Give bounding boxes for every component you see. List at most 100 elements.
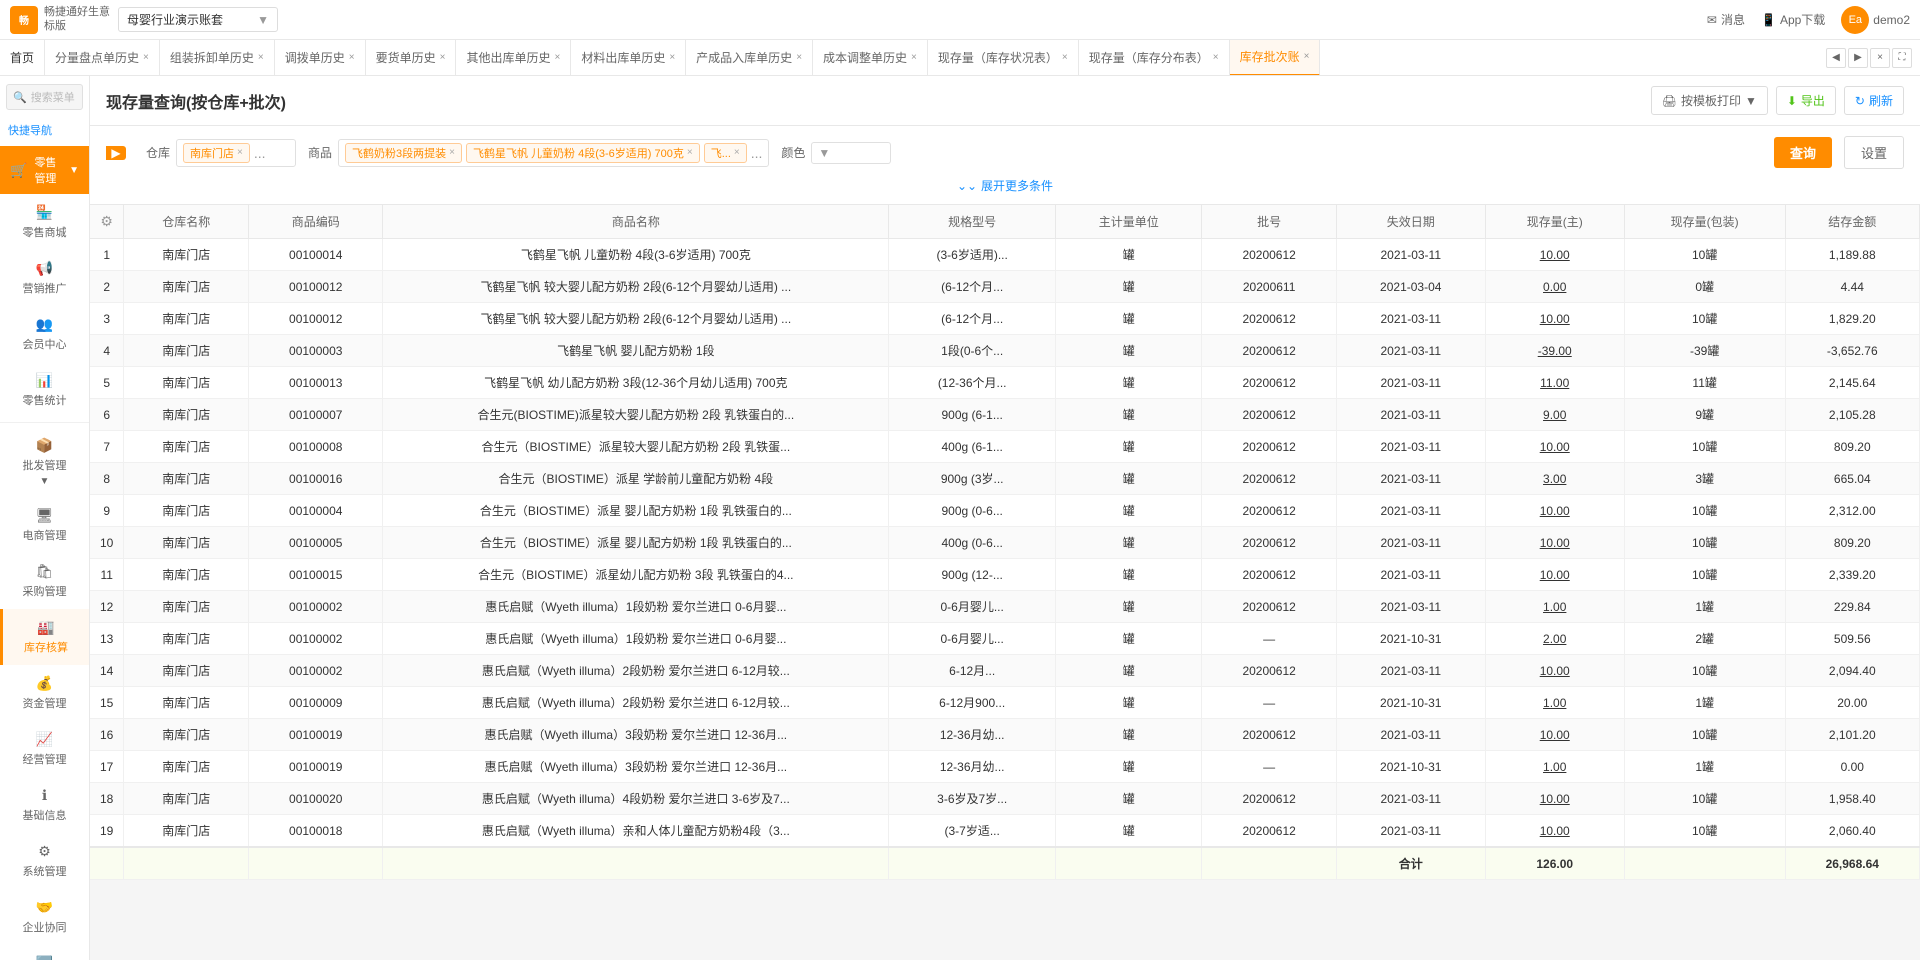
tab-xiancunliang1[interactable]: 现存量（库存状况表） × [928, 40, 1079, 76]
tab-fullscreen-btn[interactable]: ⛶ [1892, 48, 1912, 68]
product-tag-container[interactable]: 飞鹤奶粉3段两提装 × 飞鹤星飞帆 儿童奶粉 4段(3-6岁适用) 700克 ×… [338, 139, 769, 167]
settings-icon[interactable]: ⚙ [100, 213, 113, 229]
product-tag-more-close[interactable]: × [734, 147, 740, 158]
cell-expire: 2021-10-31 [1336, 687, 1485, 719]
tab-chenbenl[interactable]: 成本调整单历史 × [813, 40, 928, 76]
tab-close-icon[interactable]: × [349, 52, 355, 63]
color-container[interactable]: ▼ [811, 142, 891, 164]
sidebar-item-enterprise[interactable]: 🤝 企业协同 [0, 889, 89, 945]
org-selector[interactable]: 母婴行业演示账套 ▼ [118, 7, 278, 32]
cell-expire: 2021-03-11 [1336, 815, 1485, 848]
cell-qty-main[interactable]: 10.00 [1485, 239, 1624, 271]
cell-qty-main[interactable]: 0.00 [1485, 271, 1624, 303]
search-input[interactable]: 🔍 搜索菜单 [6, 84, 83, 110]
sidebar-item-marketing[interactable]: 📢 营销推广 [0, 250, 89, 306]
cell-qty-main[interactable]: 10.00 [1485, 655, 1624, 687]
tab-qtachuku[interactable]: 其他出库单历史 × [456, 40, 571, 76]
cell-qty-main[interactable]: 1.00 [1485, 591, 1624, 623]
cell-qty-main[interactable]: 1.00 [1485, 687, 1624, 719]
tab-diaobodanls[interactable]: 调拨单历史 × [275, 40, 366, 76]
row-num: 19 [90, 815, 124, 848]
tab-prev-btn[interactable]: ◀ [1826, 48, 1846, 68]
cell-qty-main[interactable]: 10.00 [1485, 815, 1624, 848]
cell-qty-main[interactable]: 11.00 [1485, 367, 1624, 399]
template-print-btn[interactable]: 🖨 按模板打印 ▼ [1651, 86, 1768, 115]
cell-qty-main[interactable]: 10.00 [1485, 783, 1624, 815]
cell-qty-main[interactable]: 10.00 [1485, 527, 1624, 559]
cell-unit: 罐 [1056, 559, 1202, 591]
tab-xiancunliang2[interactable]: 现存量（库存分布表） × [1079, 40, 1230, 76]
sidebar-item-ecommerce[interactable]: 🖥 电商管理 [0, 497, 89, 553]
tab-cailiaochuku[interactable]: 材料出库单历史 × [571, 40, 686, 76]
product-tag-close-1[interactable]: × [449, 147, 455, 158]
tab-close-all-btn[interactable]: × [1870, 48, 1890, 68]
message-btn[interactable]: ✉ 消息 [1707, 11, 1745, 28]
search-btn[interactable]: 查询 [1774, 137, 1832, 168]
tab-yaohuodanls[interactable]: 要货单历史 × [366, 40, 457, 76]
tab-close-icon[interactable]: × [258, 52, 264, 63]
cell-qty-main[interactable]: 10.00 [1485, 559, 1624, 591]
setting-btn[interactable]: 设置 [1844, 136, 1904, 169]
warehouse-more-dots[interactable]: ... [254, 145, 266, 161]
cell-qty-main[interactable]: 2.00 [1485, 623, 1624, 655]
tab-close-icon[interactable]: × [911, 52, 917, 63]
warehouse-tag-container[interactable]: 南库门店 × ... [176, 139, 296, 167]
sidebar-item-member[interactable]: 👥 会员中心 [0, 306, 89, 362]
quick-nav[interactable]: 快捷导航 [0, 118, 89, 142]
tab-next-btn[interactable]: ▶ [1848, 48, 1868, 68]
cell-qty-main[interactable]: -39.00 [1485, 335, 1624, 367]
tab-close-icon[interactable]: × [1062, 52, 1068, 63]
cell-qty-main[interactable]: 10.00 [1485, 719, 1624, 751]
sidebar-item-purchase[interactable]: 🛍 采购管理 [0, 553, 89, 609]
tab-kucunpici[interactable]: 库存批次账 × [1230, 40, 1321, 76]
sidebar-item-newbie[interactable]: 🆕 新手引导 [0, 945, 89, 960]
sidebar-item-finance[interactable]: 💰 资金管理 [0, 665, 89, 721]
app-download-btn[interactable]: 📱 App下载 [1761, 11, 1825, 28]
table-footer-row: 合计 126.00 26,968.64 [90, 847, 1920, 880]
cell-amount: 809.20 [1785, 527, 1919, 559]
product-more-dots[interactable]: ... [751, 145, 763, 161]
cell-qty-pack: 9罐 [1624, 399, 1785, 431]
enterprise-icon: 🤝 [36, 899, 53, 916]
sidebar-item-retail-stats[interactable]: 📊 零售统计 [0, 362, 89, 418]
cell-amount: 20.00 [1785, 687, 1919, 719]
sidebar-item-retail-mall[interactable]: 🏪 零售商城 [0, 194, 89, 250]
cell-qty-main[interactable]: 10.00 [1485, 303, 1624, 335]
cell-qty-main[interactable]: 9.00 [1485, 399, 1624, 431]
tab-close-icon[interactable]: × [440, 52, 446, 63]
cell-spec: 12-36月幼... [889, 751, 1056, 783]
sidebar-item-sys-mgmt[interactable]: ⚙ 系统管理 [0, 833, 89, 889]
tab-chanchengpinruku[interactable]: 产成品入库单历史 × [686, 40, 813, 76]
sidebar-item-biz-mgmt[interactable]: 📈 经营管理 [0, 721, 89, 777]
table-row: 2 南库门店 00100012 飞鹤星飞帆 较大婴儿配方奶粉 2段(6-12个月… [90, 271, 1920, 303]
product-tag-close-2[interactable]: × [687, 147, 693, 158]
table-area: ⚙ 仓库名称 商品编码 商品名称 规格型号 主计量单位 批号 失效日期 现存量(… [90, 205, 1920, 960]
table-row: 4 南库门店 00100003 飞鹤星飞帆 婴儿配方奶粉 1段 1段(0-6个.… [90, 335, 1920, 367]
tab-home[interactable]: 首页 [0, 40, 45, 76]
expand-more-btn[interactable]: ⌄⌄ 展开更多条件 [106, 177, 1904, 194]
tab-close-icon[interactable]: × [669, 52, 675, 63]
cell-qty-main[interactable]: 10.00 [1485, 431, 1624, 463]
tab-fenliangpandian[interactable]: 分量盘点单历史 × [45, 40, 160, 76]
sidebar-item-retail-mgmt[interactable]: 🛒 零售管理 ▼ [0, 146, 89, 194]
refresh-btn[interactable]: ↻ 刷新 [1844, 86, 1904, 115]
expand-filter-btn[interactable]: ▶ [106, 146, 126, 160]
cell-warehouse: 南库门店 [124, 271, 249, 303]
tab-close-icon[interactable]: × [796, 52, 802, 63]
user-avatar[interactable]: Ea demo2 [1841, 6, 1910, 34]
tab-close-icon[interactable]: × [1304, 51, 1310, 62]
cell-qty-main[interactable]: 3.00 [1485, 463, 1624, 495]
sidebar-item-base-info[interactable]: ℹ 基础信息 [0, 777, 89, 833]
sidebar-item-wholesale[interactable]: 📦 批发管理 ▼ [0, 427, 89, 497]
cell-qty-main[interactable]: 1.00 [1485, 751, 1624, 783]
tab-zuzhuangcaijian[interactable]: 组装拆卸单历史 × [160, 40, 275, 76]
tab-close-icon[interactable]: × [143, 52, 149, 63]
tab-close-icon[interactable]: × [1213, 52, 1219, 63]
tab-bar: 首页 分量盘点单历史 × 组装拆卸单历史 × 调拨单历史 × 要货单历史 × 其… [0, 40, 1920, 76]
warehouse-tag-close[interactable]: × [237, 147, 243, 158]
cell-batch: 20200612 [1202, 239, 1336, 271]
tab-close-icon[interactable]: × [554, 52, 560, 63]
sidebar-item-inventory[interactable]: 🏭 库存核算 [0, 609, 89, 665]
cell-qty-main[interactable]: 10.00 [1485, 495, 1624, 527]
export-btn[interactable]: ⬇ 导出 [1776, 86, 1836, 115]
